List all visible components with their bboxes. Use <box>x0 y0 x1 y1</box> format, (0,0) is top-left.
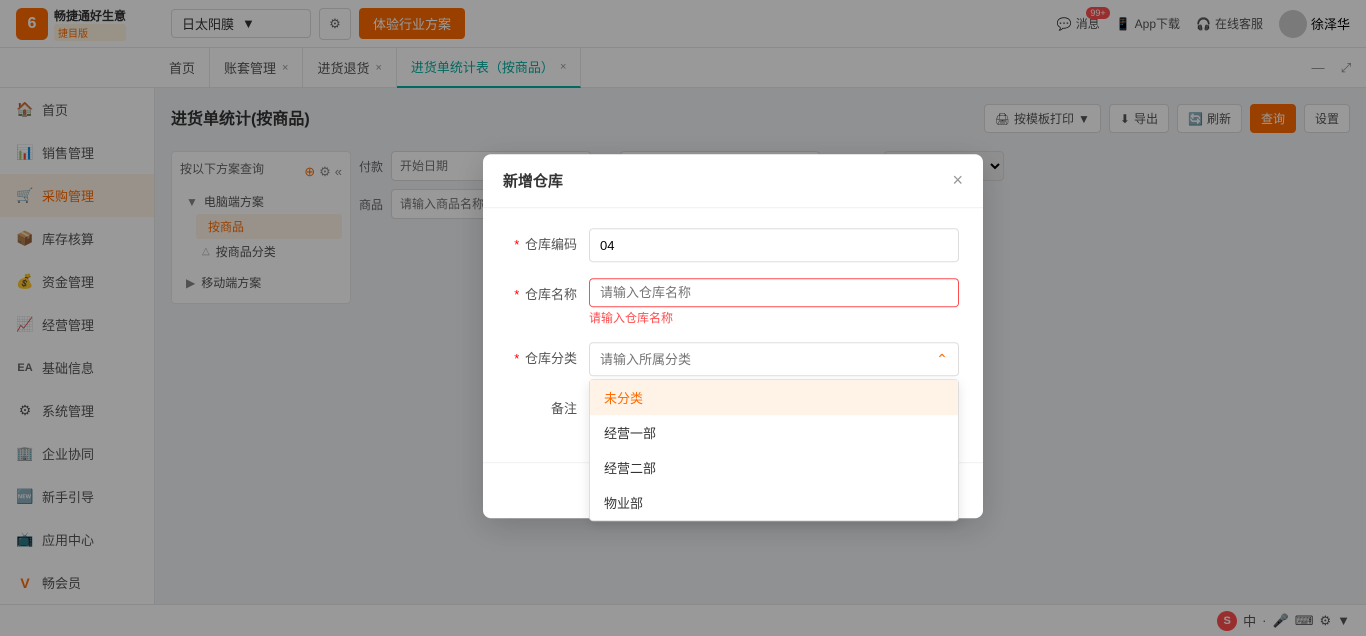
modal-body: * 仓库编码 * 仓库名称 请输入仓库名称 * 仓库分类 ⌃ <box>483 208 983 462</box>
note-label: 备注 <box>507 392 577 417</box>
modal-add-warehouse: 新增仓库 × * 仓库编码 * 仓库名称 请输入仓库名称 * <box>483 154 983 518</box>
modal-title: 新增仓库 <box>503 170 563 191</box>
dropdown-item-dept1[interactable]: 经营一部 <box>590 415 958 450</box>
code-label: * 仓库编码 <box>507 228 577 253</box>
dropdown-item-dept2[interactable]: 经营二部 <box>590 450 958 485</box>
name-error-tip: 请输入仓库名称 <box>589 309 959 326</box>
category-dropdown: 未分类 经营一部 经营二部 物业部 <box>589 379 959 521</box>
modal-header: 新增仓库 × <box>483 154 983 208</box>
dropdown-item-uncategorized[interactable]: 未分类 <box>590 380 958 415</box>
category-toggle-button[interactable]: ⌃ <box>926 343 958 375</box>
warehouse-name-input[interactable] <box>589 278 959 307</box>
form-row-code: * 仓库编码 <box>507 228 959 262</box>
name-label: * 仓库名称 <box>507 278 577 303</box>
dropdown-item-property[interactable]: 物业部 <box>590 485 958 520</box>
category-label: * 仓库分类 <box>507 342 577 367</box>
form-row-name: * 仓库名称 请输入仓库名称 <box>507 278 959 326</box>
category-input[interactable] <box>590 346 926 373</box>
modal-close-button[interactable]: × <box>952 170 963 191</box>
form-row-category: * 仓库分类 ⌃ 未分类 经营一部 经营二部 物业部 <box>507 342 959 376</box>
category-input-wrap: ⌃ 未分类 经营一部 经营二部 物业部 <box>589 342 959 376</box>
warehouse-code-input[interactable] <box>589 228 959 262</box>
name-field-wrap: 请输入仓库名称 <box>589 278 959 326</box>
